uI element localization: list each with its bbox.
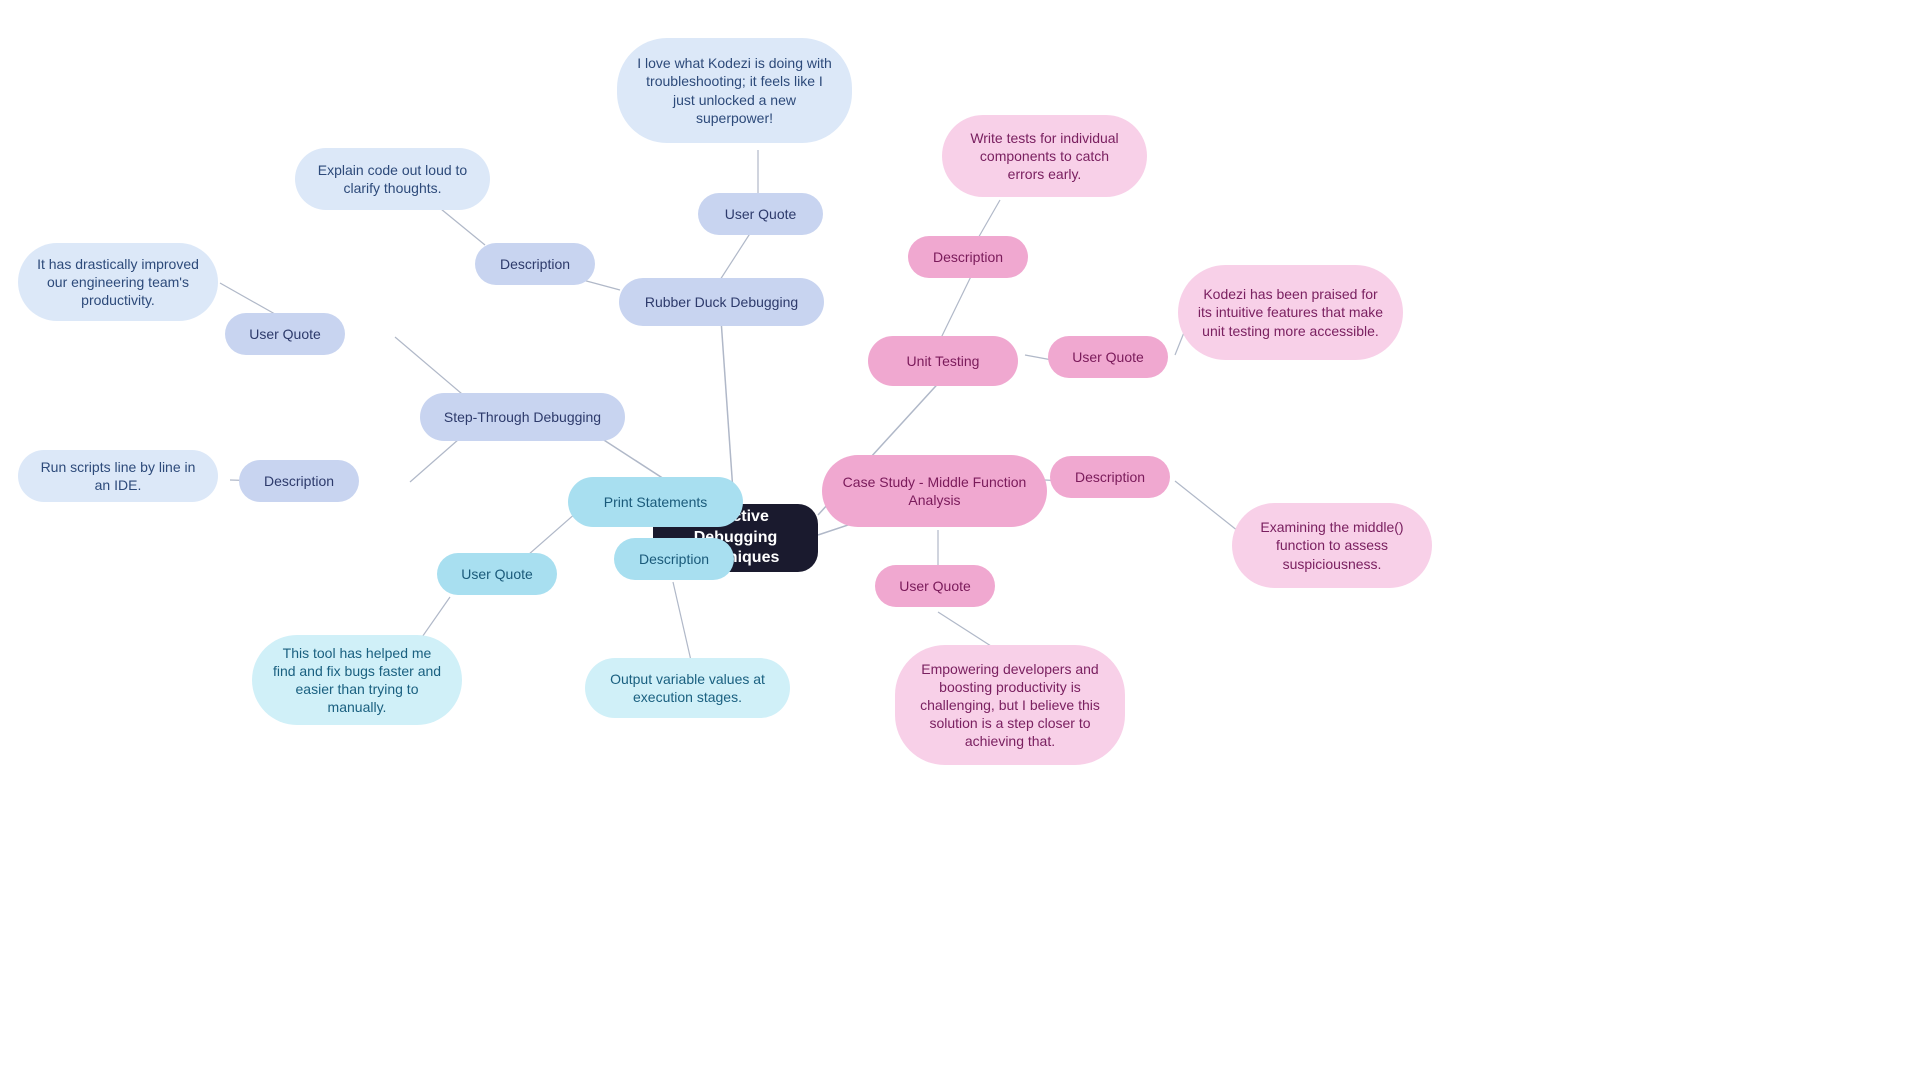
print-description-node: Description [614, 538, 734, 580]
case-quote-text-node: Empowering developers and boosting produ… [895, 645, 1125, 765]
case-description-text-node: Examining the middle() function to asses… [1232, 503, 1432, 588]
unit-user-quote-node: User Quote [1048, 336, 1168, 378]
step-through-description-text-node: Run scripts line by line in an IDE. [18, 450, 218, 502]
rubber-duck-description-text-node: Explain code out loud to clarify thought… [295, 148, 490, 210]
rubber-duck-user-quote-node: User Quote [698, 193, 823, 235]
step-through-user-quote-node: User Quote [225, 313, 345, 355]
unit-quote-text-node: Kodezi has been praised for its intuitiv… [1178, 265, 1403, 360]
rubber-duck-description-node: Description [475, 243, 595, 285]
print-statements-node: Print Statements [568, 477, 743, 527]
unit-testing-node: Unit Testing [868, 336, 1018, 386]
step-through-description-node: Description [239, 460, 359, 502]
print-quote-text-node: This tool has helped me find and fix bug… [252, 635, 462, 725]
case-user-quote-node: User Quote [875, 565, 995, 607]
rubber-duck-quote-text-node: I love what Kodezi is doing with trouble… [617, 38, 852, 143]
step-through-quote-text-node: It has drastically improved our engineer… [18, 243, 218, 321]
unit-description-node: Description [908, 236, 1028, 278]
rubber-duck-node: Rubber Duck Debugging [619, 278, 824, 326]
case-study-node: Case Study - Middle Function Analysis [822, 455, 1047, 527]
step-through-node: Step-Through Debugging [420, 393, 625, 441]
print-user-quote-node: User Quote [437, 553, 557, 595]
mindmap-container: Effective Debugging Techniques Rubber Du… [0, 0, 1920, 1083]
case-description-node: Description [1050, 456, 1170, 498]
print-description-text-node: Output variable values at execution stag… [585, 658, 790, 718]
unit-description-text-node: Write tests for individual components to… [942, 115, 1147, 197]
